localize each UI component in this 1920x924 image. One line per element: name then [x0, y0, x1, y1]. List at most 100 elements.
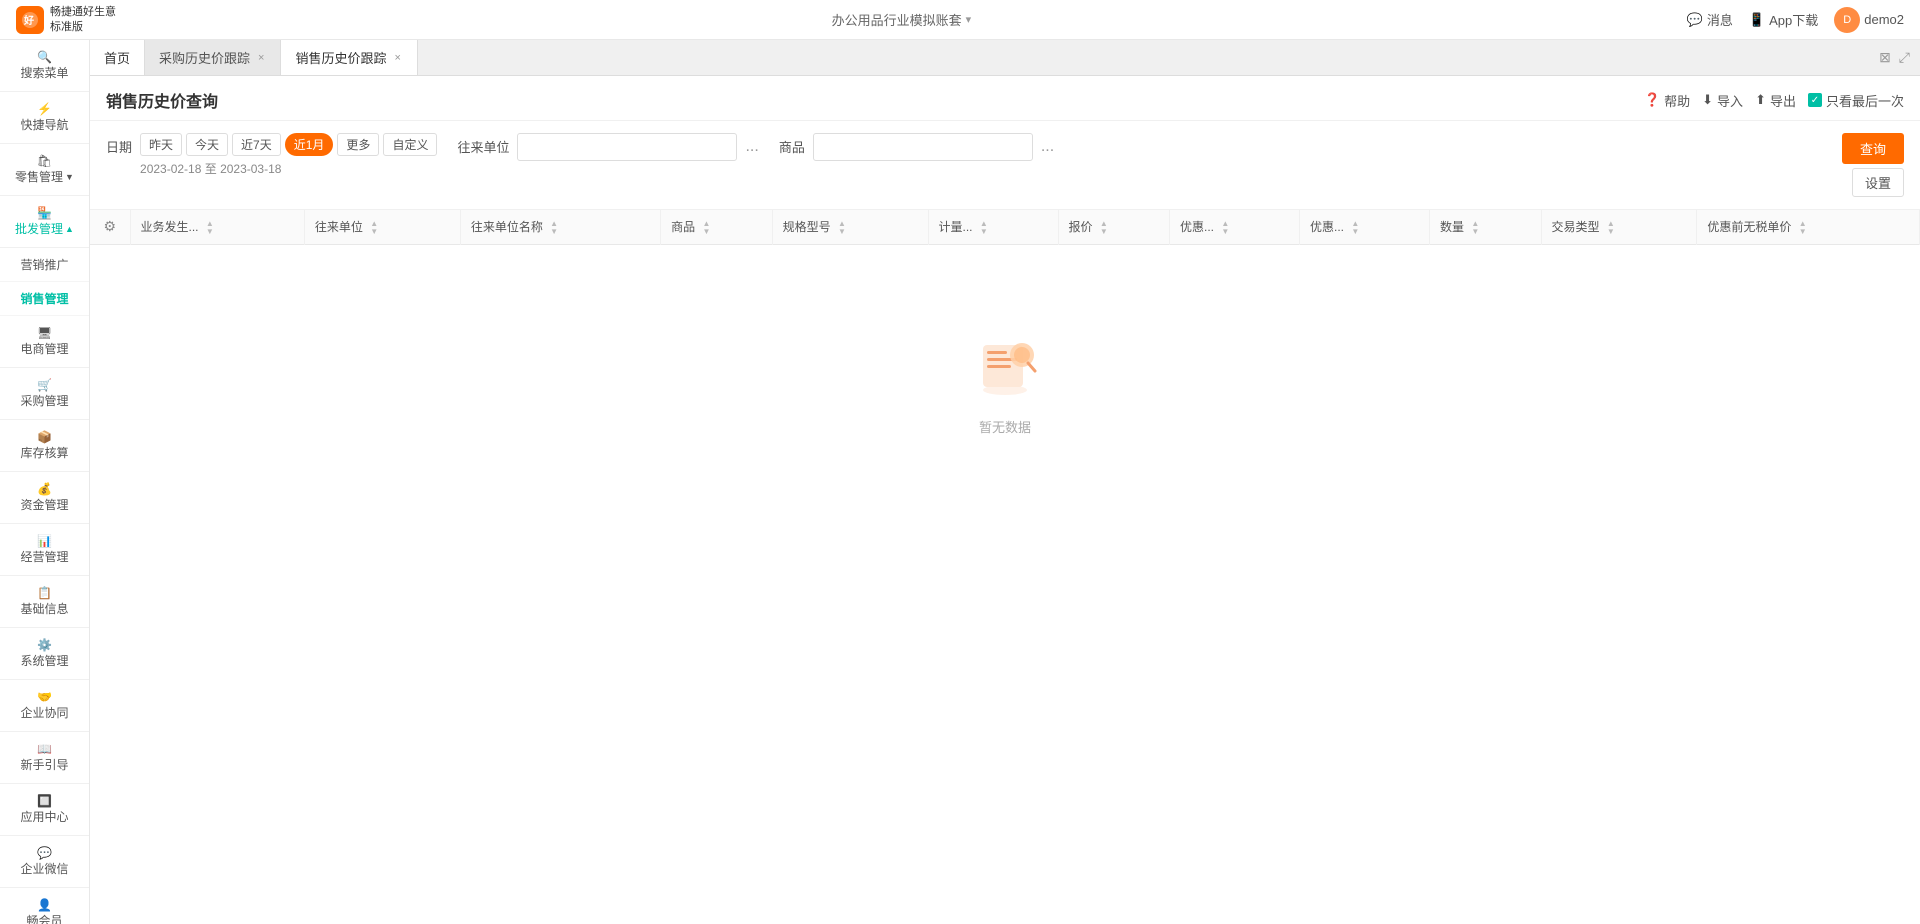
date-buttons: 昨天 今天 近7天 近1月 更多 自定义	[140, 133, 437, 156]
page-title: 销售历史价查询	[106, 88, 218, 112]
tab-home[interactable]: 首页	[90, 40, 145, 75]
table-header-price[interactable]: 报价 ▲▼	[1058, 210, 1170, 244]
date-btn-yesterday[interactable]: 昨天	[140, 133, 182, 156]
empty-icon	[965, 325, 1045, 405]
tab-close-all-icon[interactable]: ⊠	[1879, 49, 1891, 66]
export-button[interactable]: ⬆ 导出	[1755, 91, 1796, 110]
product-input[interactable]	[813, 133, 1033, 161]
table-container: ⚙ 业务发生... ▲▼ 往来单位 ▲▼ 往来单位名称	[90, 210, 1920, 516]
import-button[interactable]: ⬇ 导入	[1702, 91, 1743, 110]
source-unit-input[interactable]	[517, 133, 737, 161]
sidebar-item-member[interactable]: 👤 畅会员	[0, 888, 89, 924]
date-btn-today[interactable]: 今天	[186, 133, 228, 156]
sidebar-item-sales[interactable]: 销售管理	[0, 282, 89, 316]
ecommerce-icon: 🖥	[37, 326, 52, 340]
sort-icon-pretax-price: ▲▼	[1799, 220, 1807, 236]
appstore-icon: 🔲	[37, 794, 52, 808]
sort-icon-product: ▲▼	[702, 220, 710, 236]
sidebar-item-quicknav[interactable]: ⚡ 快捷导航	[0, 92, 89, 144]
date-btn-custom[interactable]: 自定义	[383, 133, 437, 156]
settings-button[interactable]: 设置	[1852, 168, 1904, 197]
page-content: 销售历史价查询 ❓ 帮助 ⬇ 导入 ⬆ 导出 ✓	[90, 76, 1920, 924]
empty-text: 暂无数据	[979, 417, 1031, 436]
app-title-dropdown-icon[interactable]: ▾	[966, 13, 972, 26]
source-unit-dots[interactable]: ...	[745, 138, 758, 156]
sidebar-item-guide[interactable]: 📖 新手引导	[0, 732, 89, 784]
user-menu[interactable]: D demo2	[1834, 7, 1904, 33]
sidebar-item-wecom[interactable]: 💬 企业微信	[0, 836, 89, 888]
logo-text: 畅捷通好生意 标准版	[50, 5, 116, 34]
date-filter-group: 日期 昨天 今天 近7天 近1月 更多 自定义 2023-02-18 至 202…	[106, 133, 437, 177]
table-header-settings[interactable]: ⚙	[90, 210, 130, 244]
help-button[interactable]: ❓ 帮助	[1644, 91, 1690, 110]
search-icon: 🔍	[37, 50, 52, 64]
table-header-spec[interactable]: 规格型号 ▲▼	[772, 210, 928, 244]
table-header-discount2[interactable]: 优惠... ▲▼	[1300, 210, 1430, 244]
table-header-biz-date[interactable]: 业务发生... ▲▼	[130, 210, 304, 244]
help-icon: ❓	[1644, 92, 1660, 108]
filter-right-actions: 查询 设置	[1842, 133, 1904, 197]
guide-icon: 📖	[37, 742, 52, 756]
data-table: ⚙ 业务发生... ▲▼ 往来单位 ▲▼ 往来单位名称	[90, 210, 1920, 245]
sidebar-item-system[interactable]: ⚙️ 系统管理	[0, 628, 89, 680]
tab-close-purchase[interactable]: ×	[256, 51, 266, 65]
main-layout: 🔍 搜索菜单 ⚡ 快捷导航 🛍 零售管理 ▼ 🏪 批发管理 ▲ 营销推广 销售管…	[0, 40, 1920, 924]
tab-purchase-history[interactable]: 采购历史价跟踪 ×	[145, 40, 281, 75]
date-filter-label: 日期	[106, 133, 132, 156]
tab-bar-actions: ⊠ ⤢	[1869, 40, 1920, 75]
sidebar-item-purchase[interactable]: 🛒 采购管理	[0, 368, 89, 420]
date-btn-7days[interactable]: 近7天	[232, 133, 281, 156]
sidebar-item-wholesale[interactable]: 🏪 批发管理 ▲	[0, 196, 89, 248]
sidebar-item-finance[interactable]: 💰 资金管理	[0, 472, 89, 524]
tab-fullscreen-icon[interactable]: ⤢	[1899, 49, 1910, 66]
svg-text:好: 好	[23, 14, 34, 27]
sort-icon-unit-code: ▲▼	[370, 220, 378, 236]
table-header-product[interactable]: 商品 ▲▼	[661, 210, 773, 244]
table-header-pretax-price[interactable]: 优惠前无税单价 ▲▼	[1697, 210, 1920, 244]
sidebar-item-basic[interactable]: 📋 基础信息	[0, 576, 89, 628]
sort-icon-trade-type: ▲▼	[1607, 220, 1615, 236]
app-title: 办公用品行业模拟账套	[832, 10, 962, 29]
finance-icon: 💰	[37, 482, 52, 496]
page-header-actions: ❓ 帮助 ⬇ 导入 ⬆ 导出 ✓ 只看最后一次	[1644, 91, 1904, 110]
product-dots[interactable]: ...	[1041, 138, 1054, 156]
app-download-button[interactable]: 📱 App下载	[1749, 10, 1818, 29]
date-range-text: 2023-02-18 至 2023-03-18	[140, 160, 437, 177]
filter-bar: 日期 昨天 今天 近7天 近1月 更多 自定义 2023-02-18 至 202…	[90, 121, 1920, 210]
table-header-unit-name[interactable]: 往来单位名称 ▲▼	[460, 210, 660, 244]
search-button[interactable]: 查询	[1842, 133, 1904, 164]
sort-icon-spec: ▲▼	[838, 220, 846, 236]
table-header-unit-code[interactable]: 往来单位 ▲▼	[304, 210, 460, 244]
sidebar-item-search[interactable]: 🔍 搜索菜单	[0, 40, 89, 92]
tab-close-sales[interactable]: ×	[392, 51, 402, 65]
last-only-checkbox-label[interactable]: ✓ 只看最后一次	[1808, 91, 1904, 110]
top-bar-left: 好 畅捷通好生意 标准版	[16, 5, 116, 34]
sidebar-item-marketing[interactable]: 营销推广	[0, 248, 89, 282]
sidebar-item-appstore[interactable]: 🔲 应用中心	[0, 784, 89, 836]
inventory-icon: 📦	[37, 430, 52, 444]
table-header-discount1[interactable]: 优惠... ▲▼	[1170, 210, 1300, 244]
table-header-quantity[interactable]: 数量 ▲▼	[1430, 210, 1542, 244]
sidebar: 🔍 搜索菜单 ⚡ 快捷导航 🛍 零售管理 ▼ 🏪 批发管理 ▲ 营销推广 销售管…	[0, 40, 90, 924]
message-button[interactable]: 💬 消息	[1687, 10, 1733, 29]
sidebar-item-operation[interactable]: 📊 经营管理	[0, 524, 89, 576]
table-header-unit[interactable]: 计量... ▲▼	[928, 210, 1058, 244]
empty-state: 暂无数据	[90, 245, 1920, 516]
page-header: 销售历史价查询 ❓ 帮助 ⬇ 导入 ⬆ 导出 ✓	[90, 76, 1920, 121]
export-icon: ⬆	[1755, 92, 1766, 108]
sidebar-item-ecommerce[interactable]: 🖥 电商管理	[0, 316, 89, 368]
sort-icon-discount1: ▲▼	[1221, 220, 1229, 236]
table-header-trade-type[interactable]: 交易类型 ▲▼	[1541, 210, 1697, 244]
sidebar-item-inventory[interactable]: 📦 库存核算	[0, 420, 89, 472]
tab-sales-history[interactable]: 销售历史价跟踪 ×	[281, 40, 417, 75]
sidebar-item-retail[interactable]: 🛍 零售管理 ▼	[0, 144, 89, 196]
basic-icon: 📋	[37, 586, 52, 600]
wecom-icon: 💬	[37, 846, 52, 860]
date-btn-more[interactable]: 更多	[337, 133, 379, 156]
sort-icon-price: ▲▼	[1100, 220, 1108, 236]
top-bar-center[interactable]: 办公用品行业模拟账套 ▾	[832, 10, 972, 29]
date-btn-1month[interactable]: 近1月	[285, 133, 334, 156]
top-bar-right: 💬 消息 📱 App下载 D demo2	[1687, 7, 1904, 33]
source-unit-label: 往来单位	[457, 133, 509, 156]
sidebar-item-collab[interactable]: 🤝 企业协同	[0, 680, 89, 732]
